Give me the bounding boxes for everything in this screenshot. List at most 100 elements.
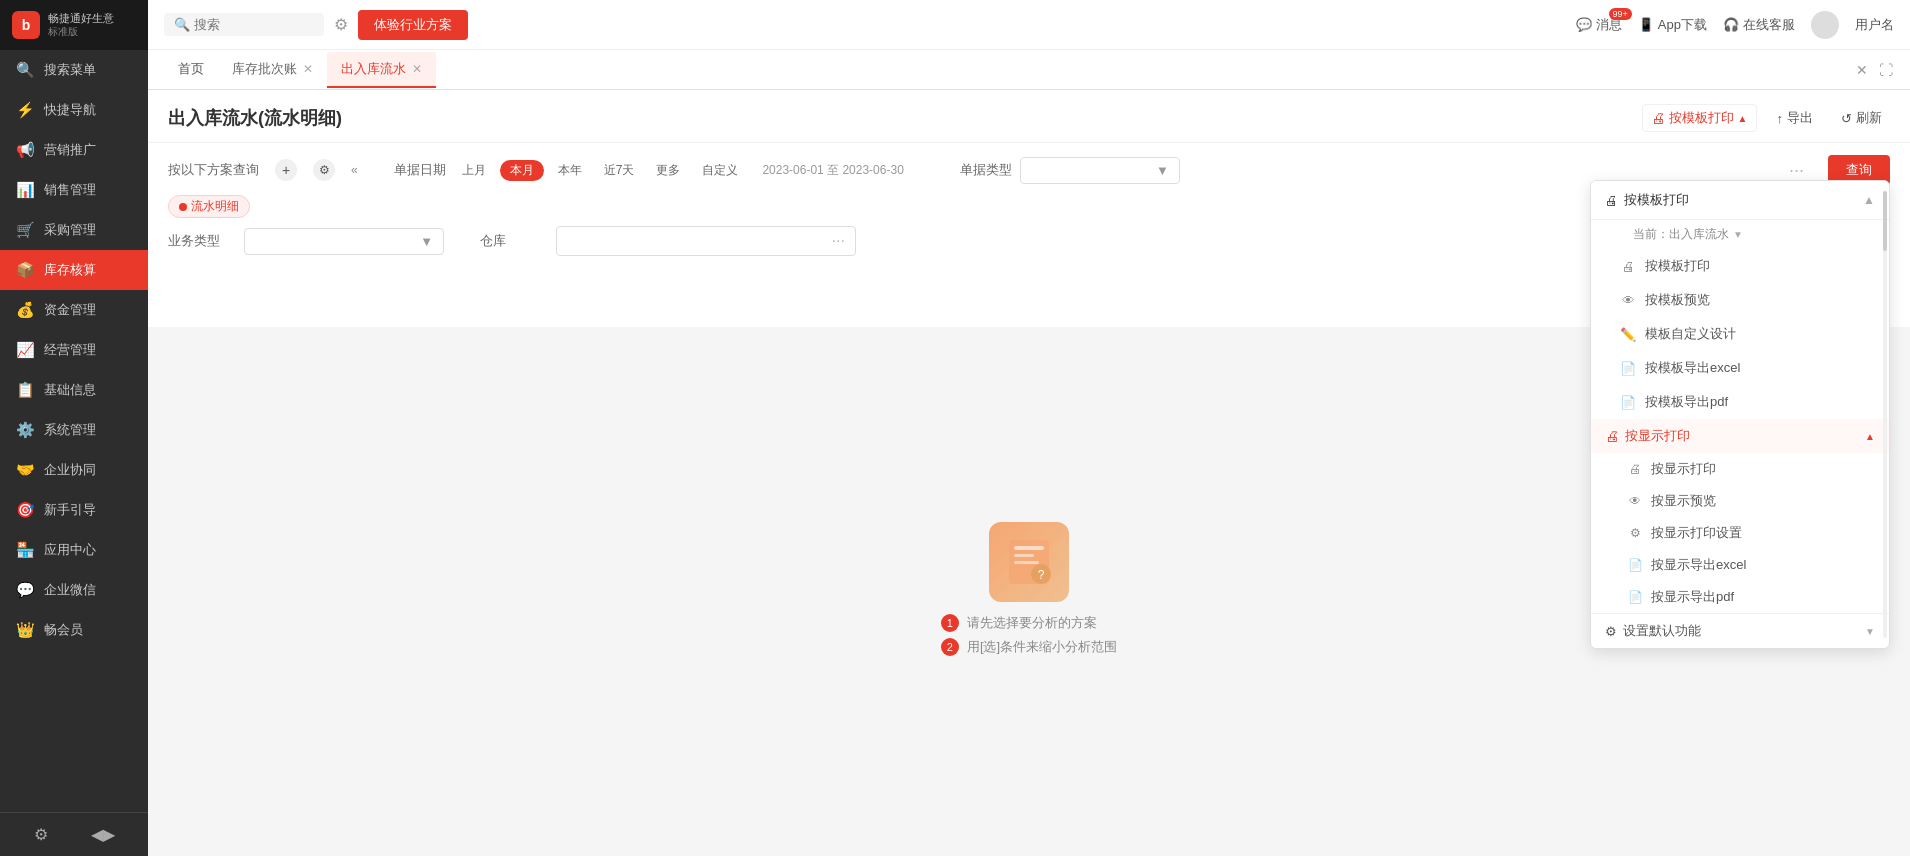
sidebar-item-system[interactable]: ⚙️ 系统管理 xyxy=(0,410,148,450)
settings-gear-icon[interactable]: ⚙ xyxy=(334,15,348,34)
tabs-bar: 首页 库存批次账 ✕ 出入库流水 ✕ ✕ ⛶ xyxy=(148,50,1910,90)
dropdown-item-template-preview[interactable]: 👁 按模板预览 xyxy=(1591,283,1889,317)
filter-expand-icon[interactable]: « xyxy=(351,163,358,177)
search-icon: 🔍 xyxy=(174,17,190,32)
doc-type-select[interactable]: ▼ xyxy=(1020,157,1180,184)
sidebar-item-member[interactable]: 👑 畅会员 xyxy=(0,610,148,650)
sidebar-item-appcenter[interactable]: 🏪 应用中心 xyxy=(0,530,148,570)
dropdown-item-template-print[interactable]: 🖨 按模板打印 xyxy=(1591,249,1889,283)
dropdown-item-display-preview[interactable]: 👁 按显示预览 xyxy=(1591,485,1889,517)
date-tab-year[interactable]: 本年 xyxy=(550,159,590,182)
printer-icon: 🖨 xyxy=(1651,110,1665,126)
marketing-icon: 📢 xyxy=(16,141,34,159)
dropdown-item-display-settings[interactable]: ⚙ 按显示打印设置 xyxy=(1591,517,1889,549)
operation-icon: 📈 xyxy=(16,341,34,359)
app-download-button[interactable]: 📱 App下载 xyxy=(1638,16,1707,34)
tab-home-label: 首页 xyxy=(178,60,204,78)
sidebar-item-operation[interactable]: 📈 经营管理 xyxy=(0,330,148,370)
sidebar-item-marketing[interactable]: 📢 营销推广 xyxy=(0,130,148,170)
business-type-label: 业务类型 xyxy=(168,232,228,250)
sidebar-item-label: 搜索菜单 xyxy=(44,61,96,79)
filter-tag-flow[interactable]: 流水明细 xyxy=(168,195,250,218)
more-options-icon[interactable]: ··· xyxy=(1789,160,1804,181)
warehouse-select[interactable]: ··· xyxy=(556,226,856,256)
empty-state: ? 1 请先选择要分析的方案 2 用[选]条件来缩小分析范围 xyxy=(941,522,1117,662)
tab-batch[interactable]: 库存批次账 ✕ xyxy=(218,52,327,88)
system-icon: ⚙️ xyxy=(16,421,34,439)
dropdown-section-display[interactable]: 🖨 按显示打印 ▲ xyxy=(1591,419,1889,453)
settings-icon[interactable]: ⚙ xyxy=(34,825,48,844)
dropdown-item-display-pdf[interactable]: 📄 按显示导出pdf xyxy=(1591,581,1889,613)
sidebar-item-purchase[interactable]: 🛒 采购管理 xyxy=(0,210,148,250)
tab-home[interactable]: 首页 xyxy=(164,52,218,88)
close-tab-icon[interactable]: ✕ xyxy=(1854,62,1870,78)
dropdown-item-display-excel[interactable]: 📄 按显示导出excel xyxy=(1591,549,1889,581)
chevron-up-icon: ▲ xyxy=(1738,113,1748,124)
messages-button[interactable]: 💬 消息 99+ xyxy=(1576,16,1622,34)
dropdown-current-label: 当前：出入库流水 ▼ xyxy=(1591,220,1889,249)
print-template-button[interactable]: 🖨 按模板打印 ▲ xyxy=(1642,104,1757,132)
sidebar-item-newbie[interactable]: 🎯 新手引导 xyxy=(0,490,148,530)
messages-badge: 99+ xyxy=(1609,8,1632,20)
dropdown-item-template-excel[interactable]: 📄 按模板导出excel xyxy=(1591,351,1889,385)
page-actions: 🖨 按模板打印 ▲ ↑ 导出 ↺ 刷新 xyxy=(1642,104,1890,132)
date-tab-custom[interactable]: 自定义 xyxy=(694,159,746,182)
sidebar-item-label: 企业微信 xyxy=(44,581,96,599)
basic-icon: 📋 xyxy=(16,381,34,399)
topbar: 🔍 ⚙ 体验行业方案 💬 消息 99+ 📱 App下载 🎧 在线客服 用户名 xyxy=(148,0,1910,50)
export-button[interactable]: ↑ 导出 xyxy=(1769,105,1822,131)
industry-solution-button[interactable]: 体验行业方案 xyxy=(358,10,468,40)
scrollbar-thumb[interactable] xyxy=(1883,191,1887,251)
dropdown-item-template-custom[interactable]: ✏️ 模板自定义设计 xyxy=(1591,317,1889,351)
filter-tag-label: 流水明细 xyxy=(191,198,239,215)
avatar[interactable] xyxy=(1811,11,1839,39)
sidebar-item-label: 基础信息 xyxy=(44,381,96,399)
sidebar-item-finance[interactable]: 💰 资金管理 xyxy=(0,290,148,330)
chevron-down-icon[interactable]: ▼ xyxy=(1733,229,1743,240)
tab-batch-close-icon[interactable]: ✕ xyxy=(303,62,313,76)
maximize-icon[interactable]: ⛶ xyxy=(1878,62,1894,78)
chevron-down-icon: ▼ xyxy=(1156,163,1169,178)
dropdown-item-template-pdf[interactable]: 📄 按模板导出pdf xyxy=(1591,385,1889,419)
filter-add-button[interactable]: + xyxy=(275,159,297,181)
tab-flow-close-icon[interactable]: ✕ xyxy=(412,62,422,76)
sidebar-item-label: 企业协同 xyxy=(44,461,96,479)
warehouse-label: 仓库 xyxy=(480,232,540,250)
sidebar-item-sales[interactable]: 📊 销售管理 xyxy=(0,170,148,210)
sidebar-item-quicknav[interactable]: ⚡ 快捷导航 xyxy=(0,90,148,130)
export-icon: ↑ xyxy=(1777,111,1784,126)
date-tab-current-month[interactable]: 本月 xyxy=(500,160,544,181)
online-service-button[interactable]: 🎧 在线客服 xyxy=(1723,16,1795,34)
scrollbar-track xyxy=(1883,191,1887,638)
refresh-icon: ↺ xyxy=(1841,111,1852,126)
search-input[interactable] xyxy=(194,17,294,32)
dropdown-item-display-print[interactable]: 🖨 按显示打印 xyxy=(1591,453,1889,485)
collapse-sidebar-icon[interactable]: ◀▶ xyxy=(91,825,115,844)
message-icon: 💬 xyxy=(1576,17,1592,32)
sidebar-item-search[interactable]: 🔍 搜索菜单 xyxy=(0,50,148,90)
sidebar-item-basic[interactable]: 📋 基础信息 xyxy=(0,370,148,410)
sidebar-item-collab[interactable]: 🤝 企业协同 xyxy=(0,450,148,490)
printer-icon: 🖨 xyxy=(1605,193,1618,208)
sidebar-item-label: 经营管理 xyxy=(44,341,96,359)
date-tab-more[interactable]: 更多 xyxy=(648,159,688,182)
sidebar-item-label: 新手引导 xyxy=(44,501,96,519)
business-type-select[interactable]: ▼ xyxy=(244,228,444,255)
dropdown-panel: 🖨 按模板打印 ▲ 当前：出入库流水 ▼ 🖨 按模板打印 👁 按模板预览 ✏️ xyxy=(1590,180,1890,649)
window-controls: ✕ ⛶ xyxy=(1854,62,1894,78)
svg-text:?: ? xyxy=(1038,568,1045,582)
refresh-button[interactable]: ↺ 刷新 xyxy=(1833,105,1890,131)
filter-settings-button[interactable]: ⚙ xyxy=(313,159,335,181)
date-tab-7days[interactable]: 近7天 xyxy=(596,159,643,182)
date-tabs: 上月 本月 本年 近7天 更多 自定义 xyxy=(454,159,747,182)
dropdown-item-label: 按模板打印 xyxy=(1645,257,1710,275)
sidebar-item-inventory[interactable]: 📦 库存核算 xyxy=(0,250,148,290)
dropdown-footer-settings[interactable]: ⚙ 设置默认功能 ▼ xyxy=(1591,613,1889,648)
dropdown-item-label: 按模板预览 xyxy=(1645,291,1710,309)
display-print-icon: 🖨 xyxy=(1605,428,1619,444)
appcenter-icon: 🏪 xyxy=(16,541,34,559)
sidebar-item-wechat[interactable]: 💬 企业微信 xyxy=(0,570,148,610)
dropdown-chevron-up-icon[interactable]: ▲ xyxy=(1863,193,1875,207)
date-tab-prev-month[interactable]: 上月 xyxy=(454,159,494,182)
tab-flow[interactable]: 出入库流水 ✕ xyxy=(327,52,436,88)
